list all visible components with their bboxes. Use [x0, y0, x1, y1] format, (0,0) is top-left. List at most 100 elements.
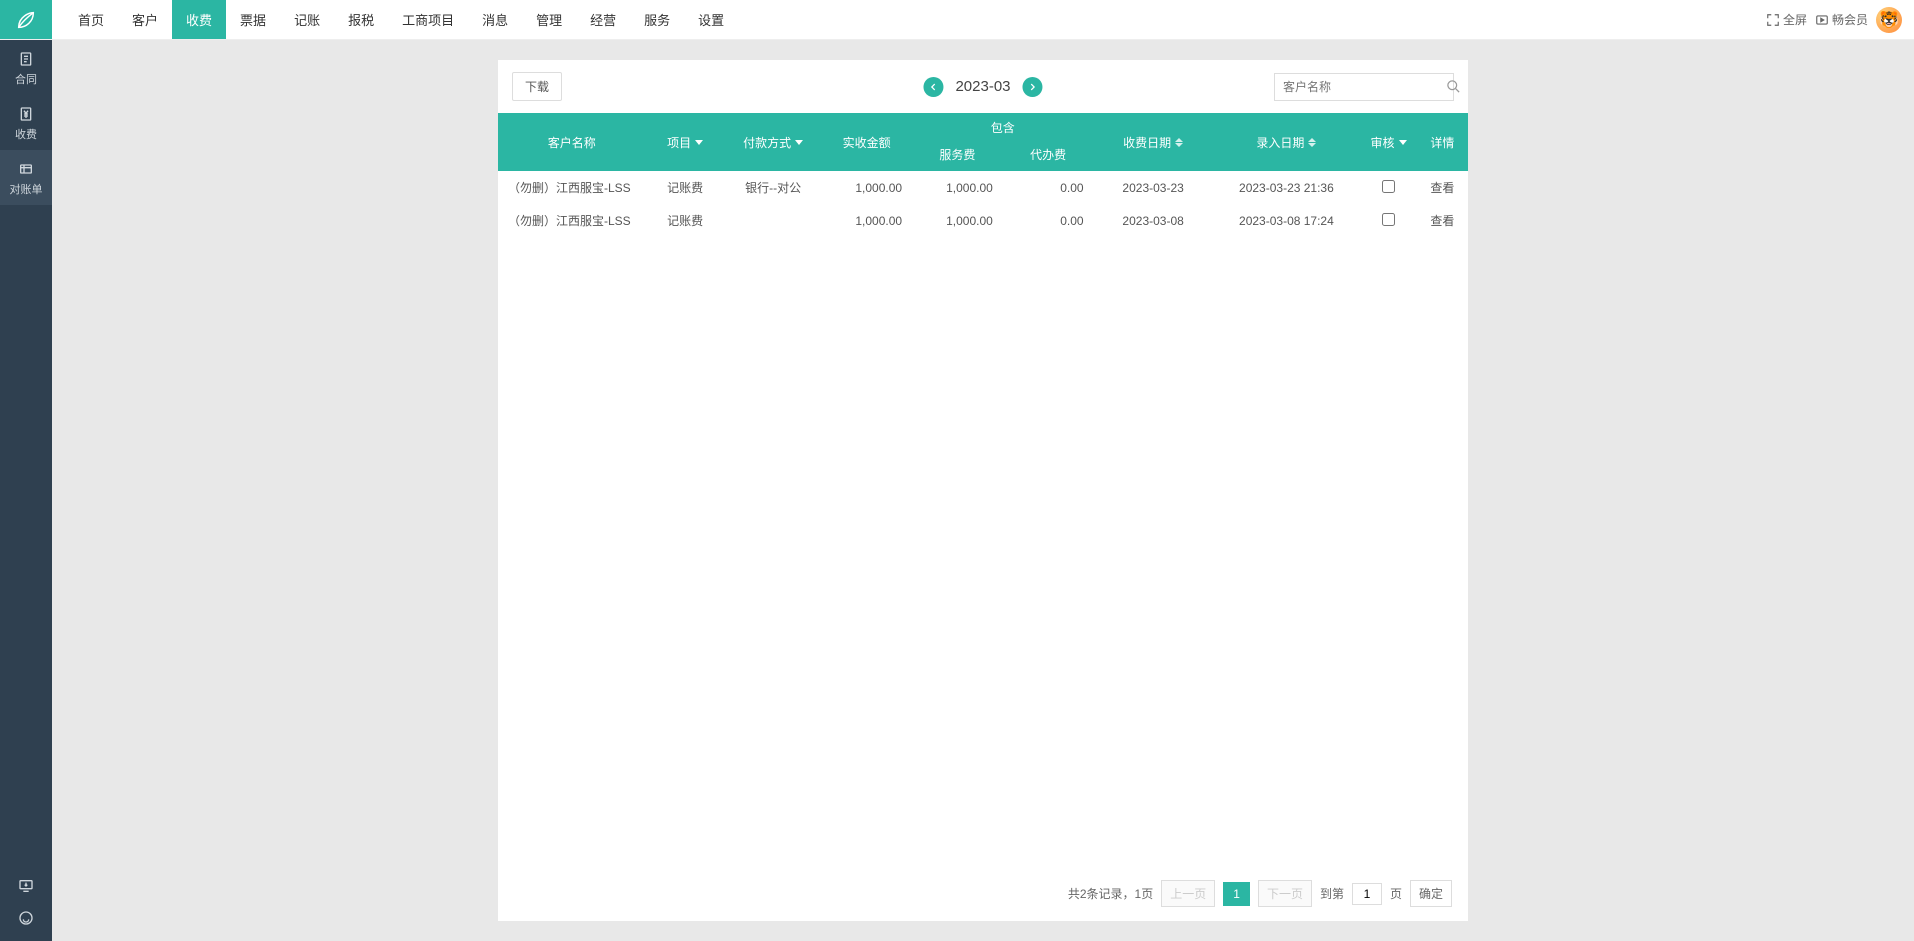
topnav-item-11[interactable]: 设置 [684, 0, 738, 39]
cell-actual-amount: 1,000.00 [821, 171, 912, 204]
topnav-item-7[interactable]: 消息 [468, 0, 522, 39]
fullscreen-button[interactable]: 全屏 [1766, 11, 1807, 28]
pager-confirm-button[interactable]: 确定 [1410, 880, 1452, 907]
th-project[interactable]: 项目 [645, 113, 724, 171]
cell-entry-date: 2023-03-08 17:24 [1213, 204, 1360, 237]
cell-service-fee: 1,000.00 [912, 204, 1003, 237]
cell-pay-method [725, 204, 821, 237]
sidebar-item-label: 合同 [15, 71, 37, 87]
th-audit[interactable]: 审核 [1360, 113, 1417, 171]
pager-next-button[interactable]: 下一页 [1258, 880, 1312, 907]
th-agency-fee: 代办费 [1003, 142, 1094, 171]
chevron-right-icon [1028, 82, 1038, 92]
download-button[interactable]: 下载 [512, 72, 562, 101]
sidebar: 合同收费对账单 [0, 40, 52, 941]
doc-icon [17, 50, 35, 68]
caret-down-icon [795, 140, 803, 145]
sort-icon [1308, 138, 1316, 147]
topnav-item-0[interactable]: 首页 [64, 0, 118, 39]
sheet-icon [17, 160, 35, 178]
view-link[interactable]: 查看 [1430, 181, 1454, 195]
support-icon[interactable] [17, 909, 35, 927]
topnav-item-9[interactable]: 经营 [576, 0, 630, 39]
topnav-item-2[interactable]: 收费 [172, 0, 226, 39]
cell-charge-date: 2023-03-08 [1094, 204, 1213, 237]
cell-agency-fee: 0.00 [1003, 204, 1094, 237]
audit-checkbox[interactable] [1382, 213, 1395, 226]
pager-summary: 共2条记录，1页 [1068, 885, 1153, 902]
search-box [1274, 73, 1454, 101]
avatar[interactable]: 🐯 [1876, 7, 1902, 33]
topnav-item-1[interactable]: 客户 [118, 0, 172, 39]
current-date: 2023-03 [955, 78, 1010, 95]
table-row: （勿删）江西服宝-LSS记账费1,000.001,000.000.002023-… [498, 204, 1468, 237]
cell-project: 记账费 [645, 171, 724, 204]
cell-service-fee: 1,000.00 [912, 171, 1003, 204]
date-switcher: 2023-03 [923, 77, 1042, 97]
sidebar-item-2[interactable]: 对账单 [0, 150, 52, 205]
cell-actual-amount: 1,000.00 [821, 204, 912, 237]
sidebar-bottom [0, 877, 52, 941]
topbar-right: 全屏 畅会员 🐯 [1766, 0, 1914, 39]
app-logo[interactable] [0, 0, 52, 39]
pager-goto-prefix: 到第 [1320, 885, 1344, 902]
pager-page-1[interactable]: 1 [1223, 882, 1250, 906]
search-button[interactable] [1446, 79, 1461, 94]
member-label: 畅会员 [1832, 11, 1868, 28]
th-charge-date[interactable]: 收费日期 [1094, 113, 1213, 171]
cell-agency-fee: 0.00 [1003, 171, 1094, 204]
pager-prev-button[interactable]: 上一页 [1161, 880, 1215, 907]
top-nav: 首页客户收费票据记账报税工商项目消息管理经营服务设置 [52, 0, 738, 39]
table-row: （勿删）江西服宝-LSS记账费银行--对公1,000.001,000.000.0… [498, 171, 1468, 204]
search-input[interactable] [1275, 80, 1446, 94]
th-entry-date[interactable]: 录入日期 [1213, 113, 1360, 171]
sidebar-item-label: 收费 [15, 126, 37, 142]
cell-pay-method: 银行--对公 [725, 171, 821, 204]
cell-customer: （勿删）江西服宝-LSS [498, 204, 645, 237]
view-link[interactable]: 查看 [1430, 214, 1454, 228]
cell-detail: 查看 [1417, 171, 1468, 204]
content-area: 下载 2023-03 [52, 40, 1914, 941]
download-desktop-icon[interactable] [17, 877, 35, 895]
fullscreen-icon [1766, 13, 1780, 27]
next-month-button[interactable] [1023, 77, 1043, 97]
caret-down-icon [695, 140, 703, 145]
pagination: 共2条记录，1页 上一页 1 下一页 到第 页 确定 [498, 866, 1468, 921]
cell-entry-date: 2023-03-23 21:36 [1213, 171, 1360, 204]
prev-month-button[interactable] [923, 77, 943, 97]
topnav-item-10[interactable]: 服务 [630, 0, 684, 39]
th-include: 包含 [912, 113, 1094, 142]
th-pay-method[interactable]: 付款方式 [725, 113, 821, 171]
cell-detail: 查看 [1417, 204, 1468, 237]
fullscreen-label: 全屏 [1783, 11, 1807, 28]
chevron-left-icon [928, 82, 938, 92]
pager-goto-input[interactable] [1352, 883, 1382, 905]
cell-customer: （勿删）江西服宝-LSS [498, 171, 645, 204]
th-actual-amount: 实收金额 [821, 113, 912, 171]
cell-audit [1360, 171, 1417, 204]
topnav-item-3[interactable]: 票据 [226, 0, 280, 39]
audit-checkbox[interactable] [1382, 180, 1395, 193]
table-body: （勿删）江西服宝-LSS记账费银行--对公1,000.001,000.000.0… [498, 171, 1468, 237]
panel-toolbar: 下载 2023-03 [498, 60, 1468, 113]
member-button[interactable]: 畅会员 [1815, 11, 1868, 28]
sidebar-item-1[interactable]: 收费 [0, 95, 52, 150]
sidebar-item-0[interactable]: 合同 [0, 40, 52, 95]
th-customer: 客户名称 [498, 113, 645, 171]
topnav-item-4[interactable]: 记账 [280, 0, 334, 39]
topnav-item-6[interactable]: 工商项目 [388, 0, 468, 39]
cell-audit [1360, 204, 1417, 237]
cell-charge-date: 2023-03-23 [1094, 171, 1213, 204]
sidebar-item-label: 对账单 [10, 181, 43, 197]
topnav-item-5[interactable]: 报税 [334, 0, 388, 39]
th-service-fee: 服务费 [912, 142, 1003, 171]
table-header: 客户名称 项目 付款方式 实收金额 包含 收费日期 录入日期 审核 详情 服务费… [498, 113, 1468, 171]
data-table: 客户名称 项目 付款方式 实收金额 包含 收费日期 录入日期 审核 详情 服务费… [498, 113, 1468, 237]
play-box-icon [1815, 13, 1829, 27]
sort-icon [1175, 138, 1183, 147]
caret-down-icon [1399, 140, 1407, 145]
pager-goto-suffix: 页 [1390, 885, 1402, 902]
search-icon [1446, 79, 1461, 94]
topnav-item-8[interactable]: 管理 [522, 0, 576, 39]
topbar: 首页客户收费票据记账报税工商项目消息管理经营服务设置 全屏 畅会员 🐯 [0, 0, 1914, 40]
